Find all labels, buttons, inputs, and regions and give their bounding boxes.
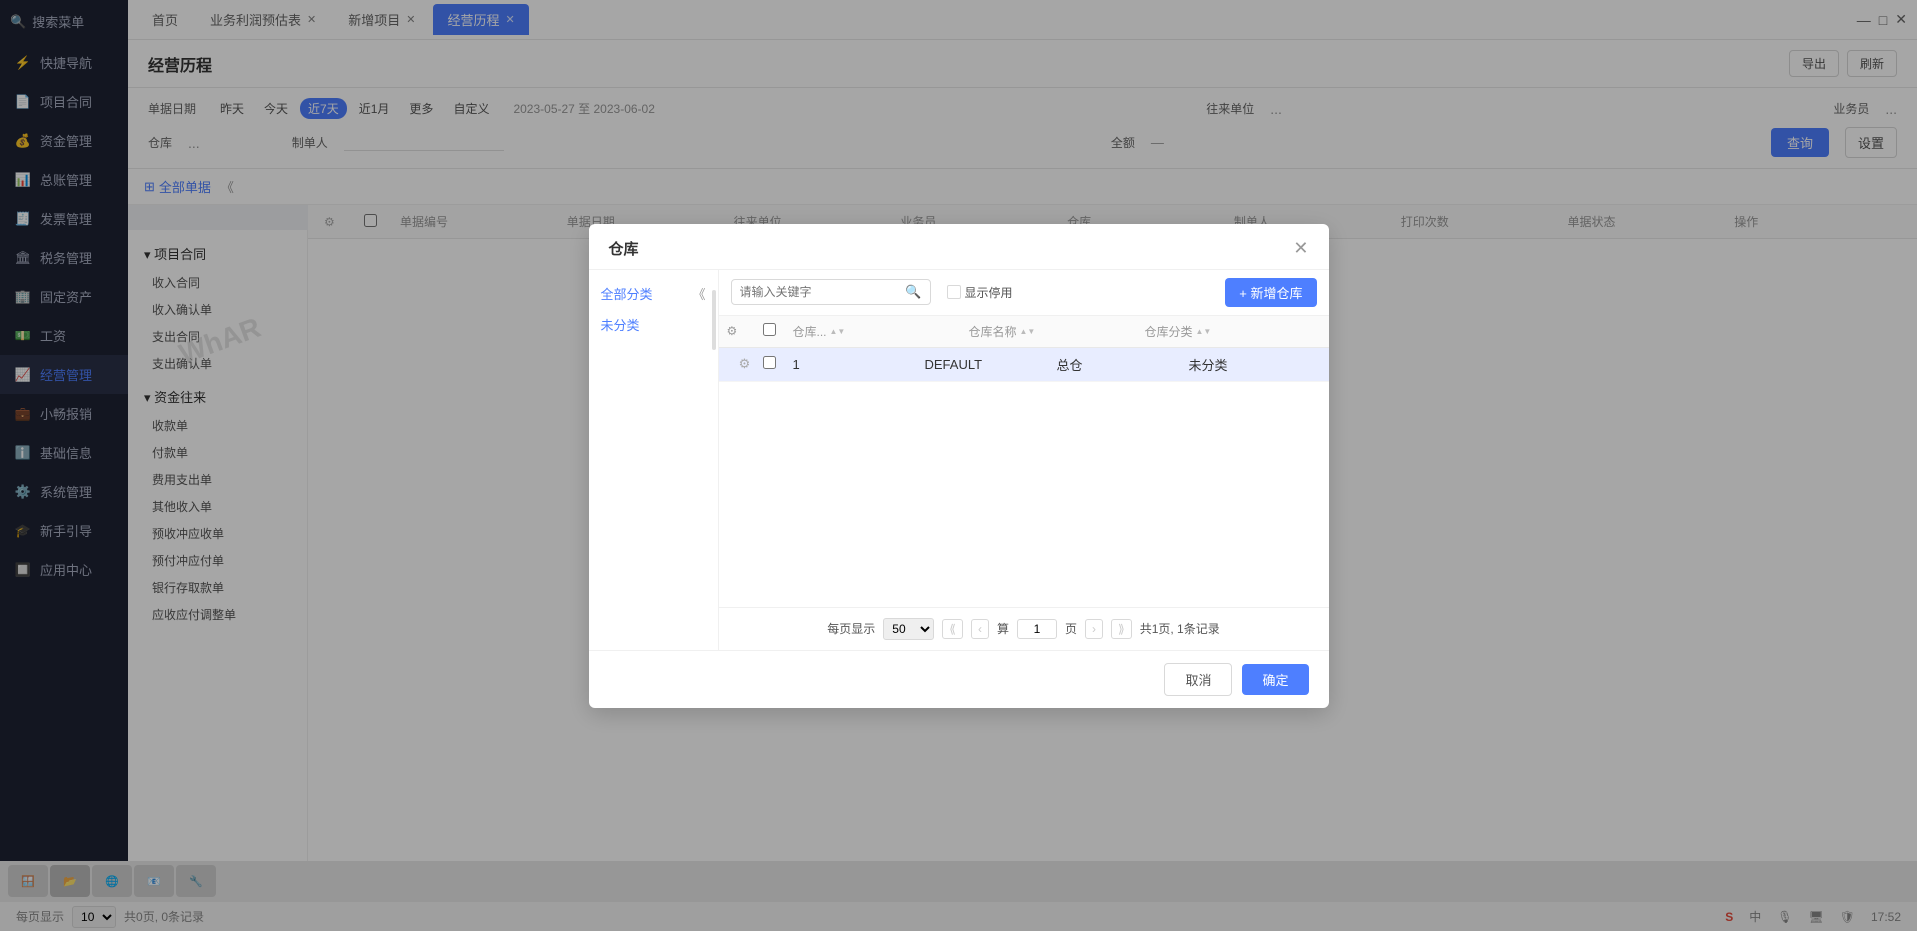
show-disabled-checkbox[interactable] (947, 285, 961, 299)
th-modal-checkbox (763, 323, 793, 339)
add-warehouse-button[interactable]: + 新增仓库 (1225, 278, 1316, 307)
modal-page-size-label: 每页显示 (827, 620, 875, 637)
settings-icon-col: ⚙ (727, 324, 738, 338)
sort-arrows-category: ▲▼ (1196, 327, 1212, 336)
modal-title: 仓库 (609, 238, 639, 259)
row-checkbox[interactable] (763, 356, 793, 372)
search-icon: 🔍 (905, 284, 921, 300)
modal-header: 仓库 ✕ (589, 224, 1329, 270)
search-box: 🔍 (731, 279, 931, 305)
modal-table: ⚙ 仓库... ▲▼ 仓库名称 ▲▼ 仓库分类 ▲▼ (719, 316, 1329, 607)
warehouse-search-input[interactable] (740, 285, 900, 299)
page-number-input[interactable] (1017, 619, 1057, 639)
show-disabled-label[interactable]: 显示停用 (947, 284, 1013, 301)
row-warehouse-code: DEFAULT (925, 357, 1057, 372)
uncategorized-label: 未分类 (601, 318, 640, 333)
sort-arrows-name: ▲▼ (1020, 327, 1036, 336)
modal-table-header: ⚙ 仓库... ▲▼ 仓库名称 ▲▼ 仓库分类 ▲▼ (719, 316, 1329, 348)
cancel-button[interactable]: 取消 (1164, 663, 1232, 696)
row-settings-icon: ⚙ (727, 356, 763, 372)
th-warehouse-name-label: 仓库名称 (969, 323, 1017, 340)
row-warehouse-index: 1 (793, 357, 925, 372)
right-panel: 🔍 显示停用 + 新增仓库 ⚙ (719, 270, 1329, 650)
last-page-button[interactable]: ⟫ (1111, 619, 1132, 639)
row-warehouse-name: 总仓 (1057, 355, 1189, 374)
row-warehouse-category: 未分类 (1189, 355, 1321, 374)
th-warehouse-category-label: 仓库分类 (1145, 323, 1193, 340)
collapse-categories-icon[interactable]: 《 (692, 284, 705, 303)
warehouse-modal: 仓库 ✕ 全部分类 《 未分类 🔍 (589, 224, 1329, 708)
next-page-button[interactable]: › (1085, 619, 1103, 639)
modal-page-size-select[interactable]: 50 20 100 (883, 618, 934, 640)
modal-total-text: 共1页, 1条记录 (1140, 620, 1220, 637)
jump-label: 算 (997, 620, 1009, 637)
table-row[interactable]: ⚙ 1 DEFAULT 总仓 未分类 (719, 348, 1329, 382)
modal-close-button[interactable]: ✕ (1293, 238, 1308, 259)
page-label: 页 (1065, 620, 1077, 637)
modal-footer: 取消 确定 (589, 650, 1329, 708)
modal-select-all-checkbox[interactable] (763, 323, 776, 336)
sort-arrows-code: ▲▼ (830, 327, 846, 336)
th-modal-settings: ⚙ (727, 324, 763, 338)
th-warehouse-code-label: 仓库... (793, 323, 827, 340)
th-warehouse-category: 仓库分类 ▲▼ (1145, 323, 1321, 340)
show-disabled-text: 显示停用 (965, 284, 1013, 301)
th-warehouse-code: 仓库... ▲▼ (793, 323, 969, 340)
cat-scrollbar-thumb (712, 290, 716, 350)
prev-page-button[interactable]: ‹ (971, 619, 989, 639)
first-page-button[interactable]: ⟪ (942, 619, 963, 639)
modal-table-footer: 每页显示 50 20 100 ⟪ ‹ 算 页 › ⟫ 共1页, 1条记录 (719, 607, 1329, 650)
category-item-uncategorized[interactable]: 未分类 (589, 309, 718, 340)
row-1-checkbox[interactable] (763, 356, 776, 369)
all-categories-label: 全部分类 (601, 284, 653, 303)
all-categories-header[interactable]: 全部分类 《 (589, 278, 718, 309)
right-toolbar: 🔍 显示停用 + 新增仓库 (719, 270, 1329, 316)
th-warehouse-name: 仓库名称 ▲▼ (969, 323, 1145, 340)
category-panel: 全部分类 《 未分类 (589, 270, 719, 650)
confirm-button[interactable]: 确定 (1242, 664, 1308, 695)
modal-body: 全部分类 《 未分类 🔍 显示停用 (589, 270, 1329, 650)
